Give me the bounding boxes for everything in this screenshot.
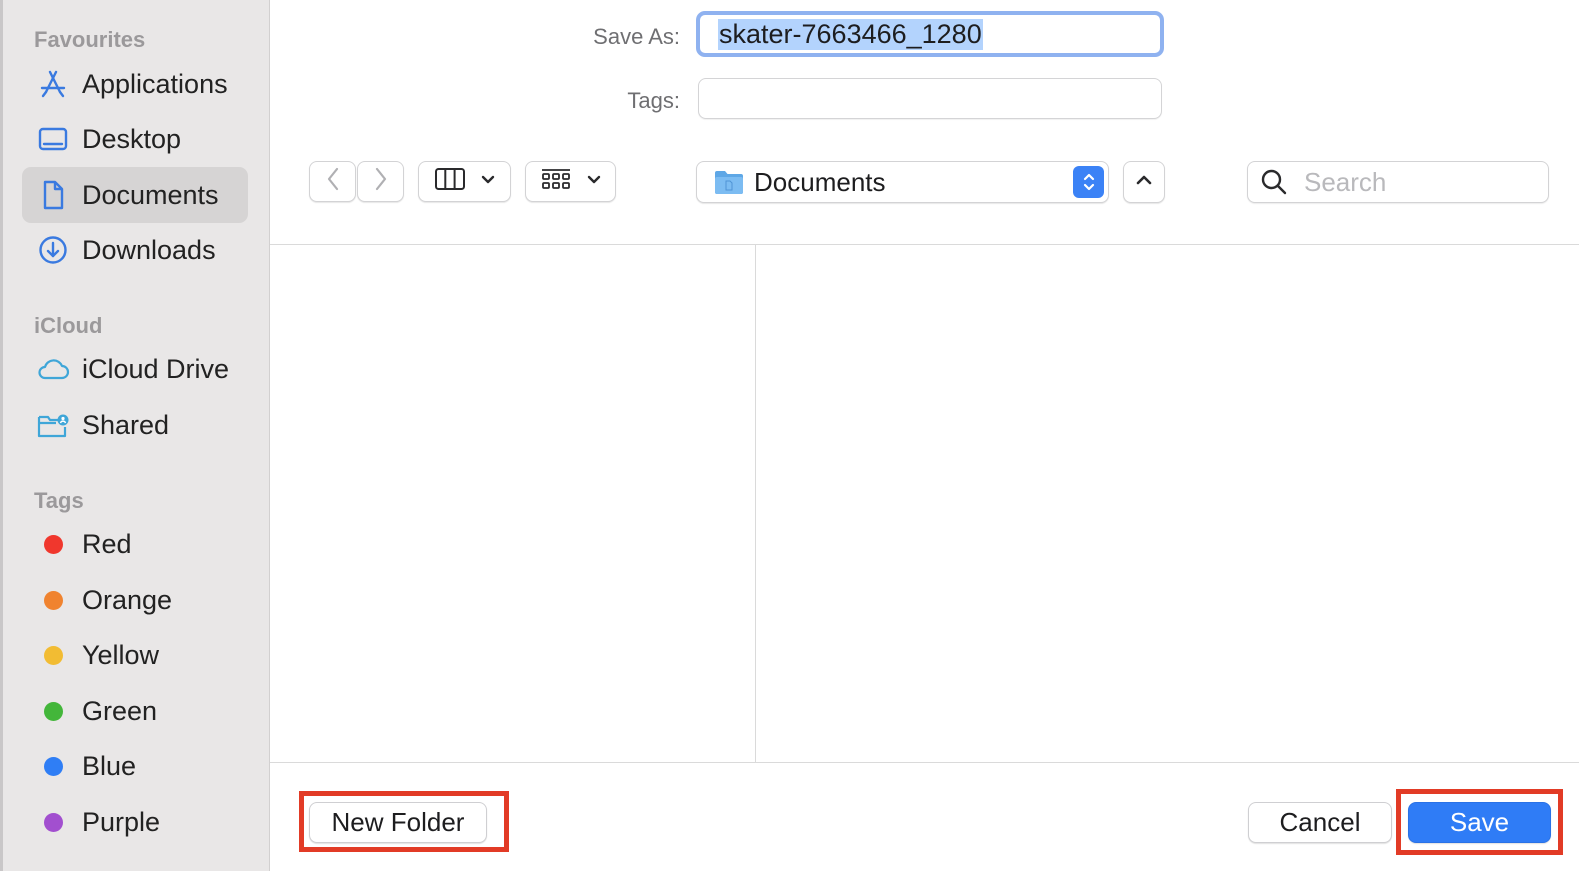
sidebar-item-label: Shared <box>82 409 170 440</box>
up-down-stepper-icon <box>1073 166 1104 198</box>
cloud-icon <box>36 352 70 386</box>
tag-dot-red <box>44 534 63 554</box>
search-field[interactable] <box>1247 161 1549 203</box>
sidebar-item-label: Red <box>82 528 132 559</box>
tag-dot-purple <box>44 812 63 832</box>
sidebar-item-documents[interactable]: Documents <box>22 167 248 223</box>
sidebar-tag-green[interactable]: Green <box>22 683 248 739</box>
sidebar-item-label: Desktop <box>82 123 182 154</box>
desktop-icon <box>36 122 70 156</box>
sidebar-item-label: Orange <box>82 584 173 615</box>
sidebar-tag-purple[interactable]: Purple <box>22 794 248 850</box>
group-by-button[interactable] <box>525 161 616 202</box>
columns-view-icon <box>434 166 466 197</box>
chevron-left-icon <box>325 166 341 197</box>
chevron-right-icon <box>373 166 389 197</box>
search-icon <box>1260 168 1288 196</box>
chevron-up-icon <box>1135 173 1153 192</box>
file-column-1[interactable] <box>270 245 755 762</box>
sidebar-item-label: Downloads <box>82 234 216 265</box>
annotation-highlight-new-folder <box>299 791 509 852</box>
cancel-button[interactable]: Cancel <box>1248 802 1392 843</box>
sidebar-item-label: Purple <box>82 806 161 837</box>
tag-dot-yellow <box>44 645 63 665</box>
chevron-down-icon <box>480 173 496 191</box>
sidebar-item-label: Blue <box>82 750 137 781</box>
grid-icon <box>540 166 572 197</box>
window-edge <box>0 0 3 871</box>
sidebar-tag-orange[interactable]: Orange <box>22 572 248 628</box>
sidebar-item-desktop[interactable]: Desktop <box>22 111 248 167</box>
location-popup[interactable]: Documents <box>696 161 1109 203</box>
shared-folder-icon <box>36 408 70 442</box>
view-mode-button[interactable] <box>418 161 511 202</box>
sidebar-item-icloud-drive[interactable]: iCloud Drive <box>22 341 248 397</box>
favourites-section-title: Favourites <box>34 27 146 52</box>
sidebar-item-label: iCloud Drive <box>82 353 230 384</box>
sidebar-item-applications[interactable]: Applications <box>22 56 248 112</box>
sidebar-item-downloads[interactable]: Downloads <box>22 222 248 278</box>
tags-field[interactable] <box>698 78 1162 119</box>
expand-collapse-button[interactable] <box>1123 161 1165 203</box>
footer-divider <box>270 762 1579 763</box>
applications-icon <box>36 67 70 101</box>
sidebar-item-label: Green <box>82 695 158 726</box>
location-label: Documents <box>754 166 886 197</box>
save-as-field[interactable]: skater-7663466_1280 <box>696 11 1164 57</box>
icloud-section-title: iCloud <box>34 313 103 338</box>
folder-icon <box>714 169 744 195</box>
sidebar-item-label: Yellow <box>82 639 160 670</box>
sidebar-item-label: Applications <box>82 68 228 99</box>
tag-dot-orange <box>44 590 63 610</box>
tag-dot-blue <box>44 756 63 776</box>
document-icon <box>36 178 70 212</box>
sidebar-tag-yellow[interactable]: Yellow <box>22 627 248 683</box>
save-as-label: Save As: <box>593 24 680 49</box>
search-input[interactable] <box>1302 165 1536 199</box>
save-as-value: skater-7663466_1280 <box>718 18 983 50</box>
downloads-icon <box>36 233 70 267</box>
tags-label: Tags: <box>627 88 680 113</box>
chevron-down-icon <box>586 173 602 191</box>
file-column-2[interactable] <box>756 245 1579 762</box>
tag-dot-green <box>44 701 63 721</box>
sidebar-item-label: Documents <box>82 179 219 210</box>
back-button[interactable] <box>309 161 356 202</box>
forward-button[interactable] <box>357 161 404 202</box>
sidebar-item-shared[interactable]: Shared <box>22 397 248 453</box>
tags-section-title: Tags <box>34 488 84 513</box>
sidebar-tag-blue[interactable]: Blue <box>22 738 248 794</box>
annotation-highlight-save <box>1396 789 1563 855</box>
sidebar: Favourites Applications Desktop Document… <box>0 0 270 871</box>
sidebar-tag-red[interactable]: Red <box>22 516 248 572</box>
